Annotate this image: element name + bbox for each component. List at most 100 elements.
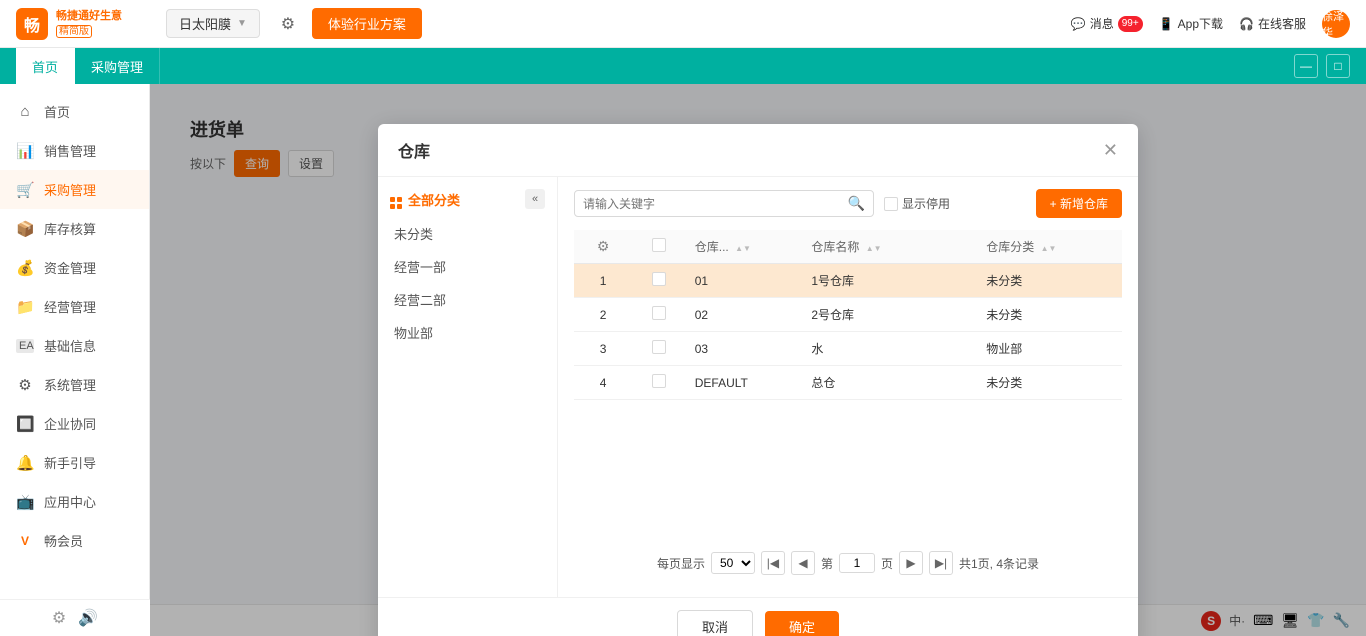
settings-bottom-icon[interactable]: ⚙ [52,608,66,628]
row-checkbox[interactable] [652,272,666,286]
search-icon: 🔍 [848,195,865,212]
show-disabled-checkbox[interactable] [884,197,898,211]
sort-arrows-code: ▲▼ [735,245,751,253]
guide-icon: 🔔 [16,454,34,472]
sales-icon: 📊 [16,142,34,160]
per-page-select[interactable]: 50 [711,552,755,574]
top-header: 畅 畅捷通好生意 精简版 日太阳膜 ▼ ⚙ 体验行业方案 💬 消息 99+ 📱 … [0,0,1366,48]
basic-info-icon: EA [16,339,34,353]
warehouse-modal: 仓库 ✕ 全部分类 [378,124,1138,636]
tree-item-unclassified[interactable]: 未分类 [378,217,557,250]
row-code: 02 [685,298,802,332]
table-row[interactable]: 2 02 2号仓库 未分类 [574,298,1122,332]
nav-tab-purchase[interactable]: 采购管理 [75,48,160,84]
row-name: 1号仓库 [801,264,976,298]
sidebar-item-guide[interactable]: 🔔 新手引导 [0,443,149,482]
tree-item-business1[interactable]: 经营一部 [378,250,557,283]
total-records: 共1页, 4条记录 [959,555,1039,572]
sidebar-item-basic-info[interactable]: EA 基础信息 [0,326,149,365]
user-avatar-item[interactable]: 徐泽华 [1322,10,1350,38]
sidebar-item-business[interactable]: 📁 经营管理 [0,287,149,326]
table-row[interactable]: 4 DEFAULT 总仓 未分类 [574,366,1122,400]
first-page-button[interactable]: |◀ [761,551,785,575]
sort-arrows-category: ▲▼ [1041,245,1057,253]
sidebar-item-app-center[interactable]: 📺 应用中心 [0,482,149,521]
header-right: 💬 消息 99+ 📱 App下载 🎧 在线客服 徐泽华 [1071,10,1350,38]
app-center-icon: 📺 [16,493,34,511]
th-checkbox [632,230,684,264]
modal-title: 仓库 [398,138,430,162]
sidebar-item-inventory[interactable]: 📦 库存核算 [0,209,149,248]
confirm-button[interactable]: 确定 [765,611,839,636]
th-code: 仓库... ▲▼ [685,230,802,264]
logo-text: 畅捷通好生意 精简版 [56,9,122,39]
store-selector[interactable]: 日太阳膜 ▼ [166,9,260,38]
sidebar-item-purchase[interactable]: 🛒 采购管理 [0,170,149,209]
content-toolbar: 🔍 显示停用 + 新增仓库 [574,189,1122,218]
minimize-button[interactable]: — [1294,54,1318,78]
nav-tab-home[interactable]: 首页 [16,48,75,84]
row-category: 物业部 [976,332,1122,366]
volume-icon[interactable]: 🔊 [78,608,98,628]
table-row[interactable]: 3 03 水 物业部 [574,332,1122,366]
message-icon: 💬 [1071,17,1086,31]
modal-close-button[interactable]: ✕ [1103,141,1118,159]
logo-badge: 精简版 [56,25,92,38]
sidebar-item-enterprise[interactable]: 🔲 企业协同 [0,404,149,443]
gear-settings-icon[interactable]: ⚙ [597,238,610,254]
row-code: 03 [685,332,802,366]
page-number-input[interactable] [839,553,875,573]
sidebar-item-sales[interactable]: 📊 销售管理 [0,131,149,170]
message-icon-item[interactable]: 💬 消息 99+ [1071,15,1143,32]
modal-body: 全部分类 « 未分类 经营一部 经营二部 物业部 [378,177,1138,597]
row-checkbox[interactable] [652,340,666,354]
table-body: 1 01 1号仓库 未分类 2 [574,264,1122,400]
table-row[interactable]: 1 01 1号仓库 未分类 [574,264,1122,298]
show-disabled-label[interactable]: 显示停用 [884,195,950,212]
sidebar-bottom: ⚙ 🔊 [0,599,150,636]
sidebar-item-finance[interactable]: 💰 资金管理 [0,248,149,287]
member-icon: V [16,534,34,548]
search-input[interactable] [583,197,848,211]
table: ⚙ 仓库... ▲▼ [574,230,1122,400]
online-service-item[interactable]: 🎧 在线客服 [1239,15,1306,32]
row-checkbox[interactable] [652,306,666,320]
sidebar-item-home[interactable]: ⌂ 首页 [0,92,149,131]
message-badge: 99+ [1118,16,1143,32]
sidebar-item-member[interactable]: V 畅会员 [0,521,149,560]
modal-footer: 取消 确定 [378,597,1138,636]
cancel-button[interactable]: 取消 [677,610,753,636]
logo-icon: 畅 [16,8,48,40]
content-panel: 🔍 显示停用 + 新增仓库 [558,177,1138,597]
next-page-button[interactable]: ▶ [899,551,923,575]
row-name: 水 [801,332,976,366]
search-box: 🔍 [574,190,874,217]
headset-icon: 🎧 [1239,17,1254,31]
business-icon: 📁 [16,298,34,316]
row-checkbox[interactable] [652,374,666,388]
app-download-item[interactable]: 📱 App下载 [1159,15,1223,32]
row-code: DEFAULT [685,366,802,400]
add-warehouse-button[interactable]: + 新增仓库 [1036,189,1122,218]
prev-page-button[interactable]: ◀ [791,551,815,575]
row-index: 3 [574,332,632,366]
select-all-checkbox[interactable] [652,238,666,252]
tree-panel: 全部分类 « 未分类 经营一部 经营二部 物业部 [378,177,558,597]
row-index: 1 [574,264,632,298]
tree-item-business2[interactable]: 经营二部 [378,283,557,316]
row-code: 01 [685,264,802,298]
tree-all-categories[interactable]: 全部分类 [390,190,460,209]
sort-arrows-name: ▲▼ [866,245,882,253]
maximize-button[interactable]: □ [1326,54,1350,78]
settings-icon[interactable]: ⚙ [272,8,304,40]
mobile-icon: 📱 [1159,17,1174,31]
trial-button[interactable]: 体验行业方案 [312,8,422,39]
table-header-row: ⚙ 仓库... ▲▼ [574,230,1122,264]
last-page-button[interactable]: ▶| [929,551,953,575]
tree-collapse-button[interactable]: « [525,189,545,209]
main-layout: ⌂ 首页 📊 销售管理 🛒 采购管理 📦 库存核算 💰 资金管理 📁 经营管理 … [0,84,1366,636]
system-icon: ⚙ [16,376,34,394]
sidebar-item-system[interactable]: ⚙ 系统管理 [0,365,149,404]
nav-window-controls: — □ [1294,54,1350,78]
tree-item-property[interactable]: 物业部 [378,316,557,349]
